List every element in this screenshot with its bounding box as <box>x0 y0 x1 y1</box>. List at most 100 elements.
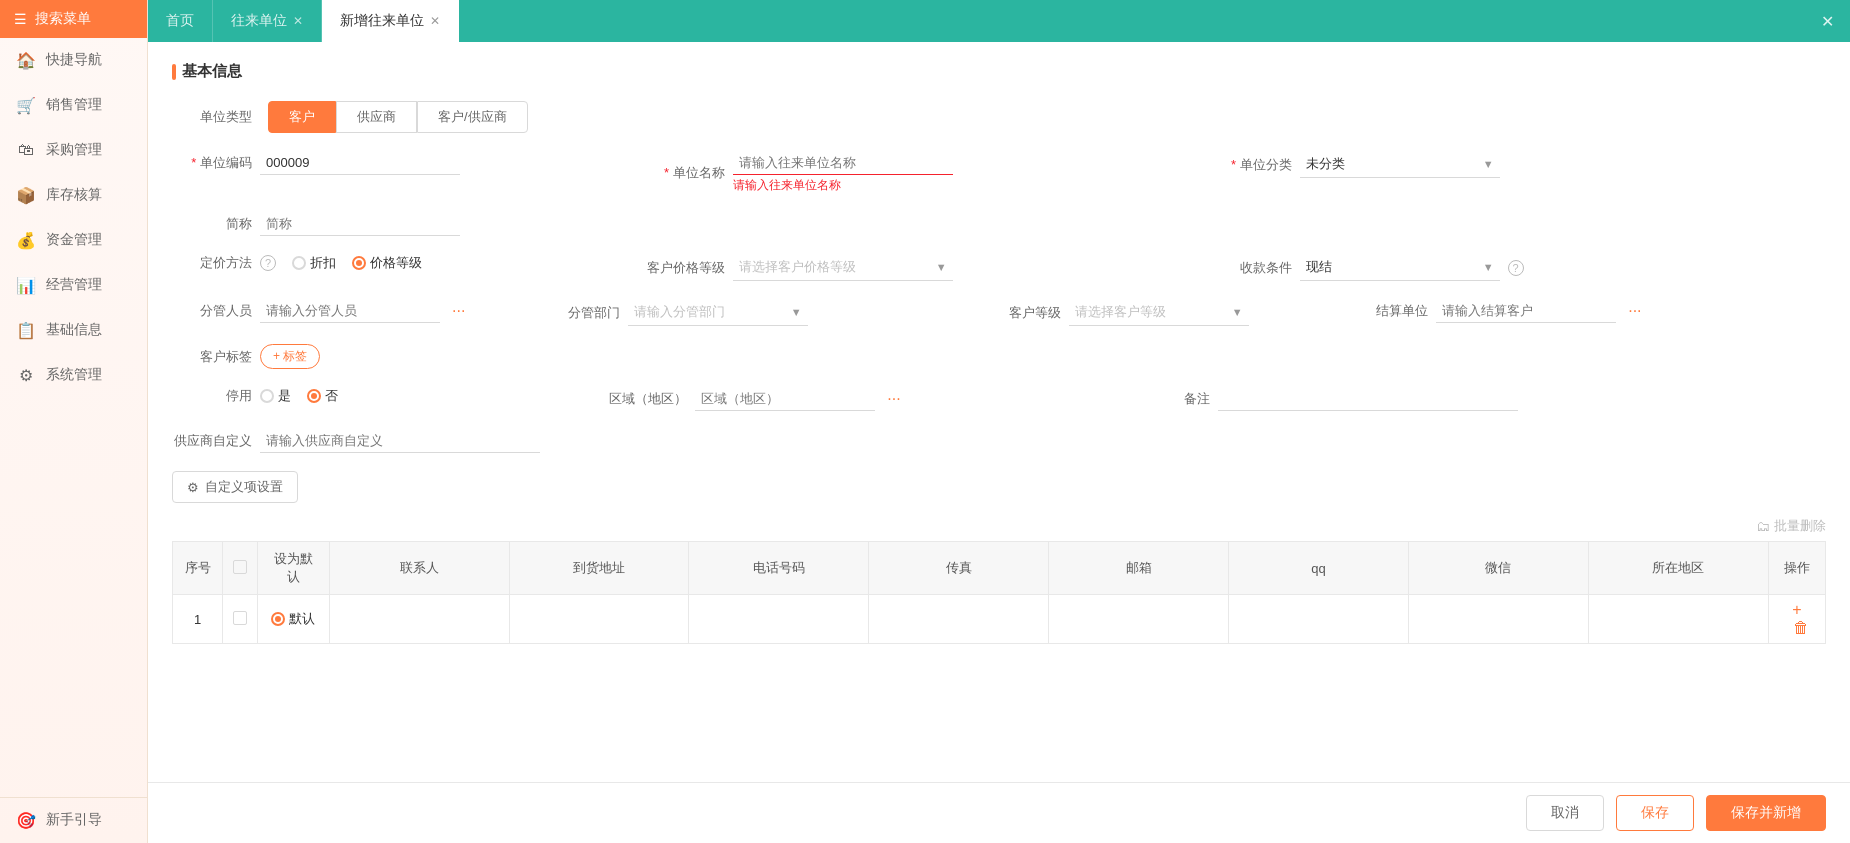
unit-type-field: 单位类型 客户 供应商 客户/供应商 <box>172 101 1826 133</box>
pricing-radio-level-circle <box>352 256 366 270</box>
col-header-fax: 传真 <box>869 542 1049 595</box>
sidebar-item-quick-nav[interactable]: 🏠 快捷导航 <box>0 38 147 83</box>
pricing-method-label: 定价方法 <box>172 254 252 272</box>
settlement-unit-more-icon[interactable]: ··· <box>1628 302 1641 320</box>
sidebar-item-finance[interactable]: 💰 资金管理 <box>0 218 147 263</box>
remarks-label: 备注 <box>1130 390 1210 408</box>
row-contact-input[interactable] <box>340 612 499 627</box>
department-placeholder: 请输入分管部门 <box>634 303 787 321</box>
sidebar-item-guide[interactable]: 🎯 新手引导 <box>0 798 147 843</box>
sidebar: ☰ 搜索菜单 🏠 快捷导航 🛒 销售管理 🛍 采购管理 📦 库存核算 💰 资金管… <box>0 0 148 843</box>
settlement-unit-label: 结算单位 <box>1348 302 1428 320</box>
batch-delete-label[interactable]: 批量删除 <box>1774 517 1826 535</box>
tab-contacts-close[interactable]: ✕ <box>293 14 303 28</box>
tab-new-contact-close[interactable]: ✕ <box>430 14 440 28</box>
sidebar-item-sales[interactable]: 🛒 销售管理 <box>0 83 147 128</box>
region-more-icon[interactable]: ··· <box>887 390 900 408</box>
region-input[interactable] <box>695 387 875 411</box>
customer-price-level-select[interactable]: 请选择客户价格等级 ▼ <box>733 254 953 281</box>
row-add-icon[interactable]: + <box>1792 601 1801 618</box>
custom-settings-button[interactable]: ⚙ 自定义项设置 <box>172 471 298 503</box>
inventory-icon: 📦 <box>16 185 36 205</box>
supplier-custom-input[interactable] <box>260 429 540 453</box>
manager-dept-row: 分管人员 ··· 分管部门 请输入分管部门 ▼ 客户等级 请选择客户等级 ▼ <box>172 299 1826 326</box>
row-region[interactable] <box>1588 595 1768 644</box>
department-select[interactable]: 请输入分管部门 ▼ <box>628 299 808 326</box>
row-fax-input[interactable] <box>879 612 1038 627</box>
main-area: 首页 往来单位 ✕ 新增往来单位 ✕ ✕ 基本信息 单位类型 客户 供应商 <box>148 0 1850 843</box>
type-btn-supplier[interactable]: 供应商 <box>336 101 417 133</box>
unit-category-select[interactable]: 未分类 ▼ <box>1300 151 1500 178</box>
row-wechat[interactable] <box>1409 595 1589 644</box>
content-area: 基本信息 单位类型 客户 供应商 客户/供应商 单位编码 单位名称 <box>148 42 1850 782</box>
row-default-radio[interactable]: 默认 <box>271 610 315 628</box>
unit-category-field: 单位分类 未分类 ▼ <box>1212 151 1826 178</box>
cancel-button[interactable]: 取消 <box>1526 795 1604 831</box>
payment-terms-help-icon[interactable]: ? <box>1508 260 1524 276</box>
section-title: 基本信息 <box>172 62 1826 81</box>
row-address[interactable] <box>509 595 689 644</box>
col-header-phone: 电话号码 <box>689 542 869 595</box>
row-qq[interactable] <box>1229 595 1409 644</box>
row-email-input[interactable] <box>1059 612 1218 627</box>
col-header-region: 所在地区 <box>1588 542 1768 595</box>
add-tag-button[interactable]: + 标签 <box>260 344 320 369</box>
save-new-button[interactable]: 保存并新增 <box>1706 795 1826 831</box>
settlement-unit-field: 结算单位 ··· <box>1348 299 1826 323</box>
payment-terms-value: 现结 <box>1306 258 1479 276</box>
row-contact[interactable] <box>329 595 509 644</box>
unit-code-field: 单位编码 <box>172 151 645 175</box>
tab-contacts[interactable]: 往来单位 ✕ <box>213 0 322 42</box>
col-header-address: 到货地址 <box>509 542 689 595</box>
payment-terms-select[interactable]: 现结 ▼ <box>1300 254 1500 281</box>
row-fax[interactable] <box>869 595 1049 644</box>
row-delete-icon[interactable]: 🗑 <box>1793 619 1809 636</box>
remarks-input[interactable] <box>1218 387 1518 411</box>
unit-type-label: 单位类型 <box>172 108 252 126</box>
disabled-radio-no[interactable]: 否 <box>307 387 338 405</box>
short-name-input[interactable] <box>260 212 460 236</box>
row-qq-input[interactable] <box>1239 612 1398 627</box>
pricing-method-radio-group: 折扣 价格等级 <box>292 254 422 272</box>
customer-level-placeholder: 请选择客户等级 <box>1075 303 1228 321</box>
customer-level-select[interactable]: 请选择客户等级 ▼ <box>1069 299 1249 326</box>
save-button[interactable]: 保存 <box>1616 795 1694 831</box>
sidebar-item-basic-info[interactable]: 📋 基础信息 <box>0 308 147 353</box>
sidebar-item-inventory[interactable]: 📦 库存核算 <box>0 173 147 218</box>
operations-icon: 📊 <box>16 275 36 295</box>
manager-input[interactable] <box>260 299 440 323</box>
disabled-radio-yes[interactable]: 是 <box>260 387 291 405</box>
pricing-help-icon[interactable]: ? <box>260 255 276 271</box>
sidebar-item-purchase[interactable]: 🛍 采购管理 <box>0 128 147 173</box>
tab-close-all-button[interactable]: ✕ <box>1805 12 1850 31</box>
tab-new-contact[interactable]: 新增往来单位 ✕ <box>322 0 459 42</box>
unit-name-input[interactable] <box>733 151 953 175</box>
row-phone-input[interactable] <box>699 612 858 627</box>
type-btn-customer[interactable]: 客户 <box>268 101 336 133</box>
sidebar-item-operations[interactable]: 📊 经营管理 <box>0 263 147 308</box>
pricing-radio-discount[interactable]: 折扣 <box>292 254 336 272</box>
search-icon: ☰ <box>14 11 27 27</box>
row-phone[interactable] <box>689 595 869 644</box>
row-wechat-input[interactable] <box>1419 612 1578 627</box>
tab-home[interactable]: 首页 <box>148 0 213 42</box>
type-btn-both[interactable]: 客户/供应商 <box>417 101 528 133</box>
settlement-unit-input[interactable] <box>1436 299 1616 323</box>
payment-terms-label: 收款条件 <box>1212 259 1292 277</box>
row-region-input[interactable] <box>1599 612 1758 627</box>
select-all-checkbox[interactable] <box>233 560 247 574</box>
col-header-action: 操作 <box>1768 542 1825 595</box>
contacts-table: 序号 设为默认 联系人 到货地址 电话号码 传真 邮箱 qq 微信 所在地区 操… <box>172 541 1826 644</box>
sidebar-item-system[interactable]: ⚙ 系统管理 <box>0 353 147 398</box>
row-email[interactable] <box>1049 595 1229 644</box>
col-header-qq: qq <box>1229 542 1409 595</box>
short-name-label: 简称 <box>172 215 252 233</box>
sales-icon: 🛒 <box>16 95 36 115</box>
unit-code-input[interactable] <box>260 151 460 175</box>
manager-more-icon[interactable]: ··· <box>452 302 465 320</box>
disabled-field: 停用 是 否 <box>172 387 607 405</box>
row-address-input[interactable] <box>520 612 679 627</box>
search-menu-button[interactable]: ☰ 搜索菜单 <box>0 0 147 38</box>
row-select-checkbox[interactable] <box>233 611 247 625</box>
pricing-radio-level[interactable]: 价格等级 <box>352 254 422 272</box>
